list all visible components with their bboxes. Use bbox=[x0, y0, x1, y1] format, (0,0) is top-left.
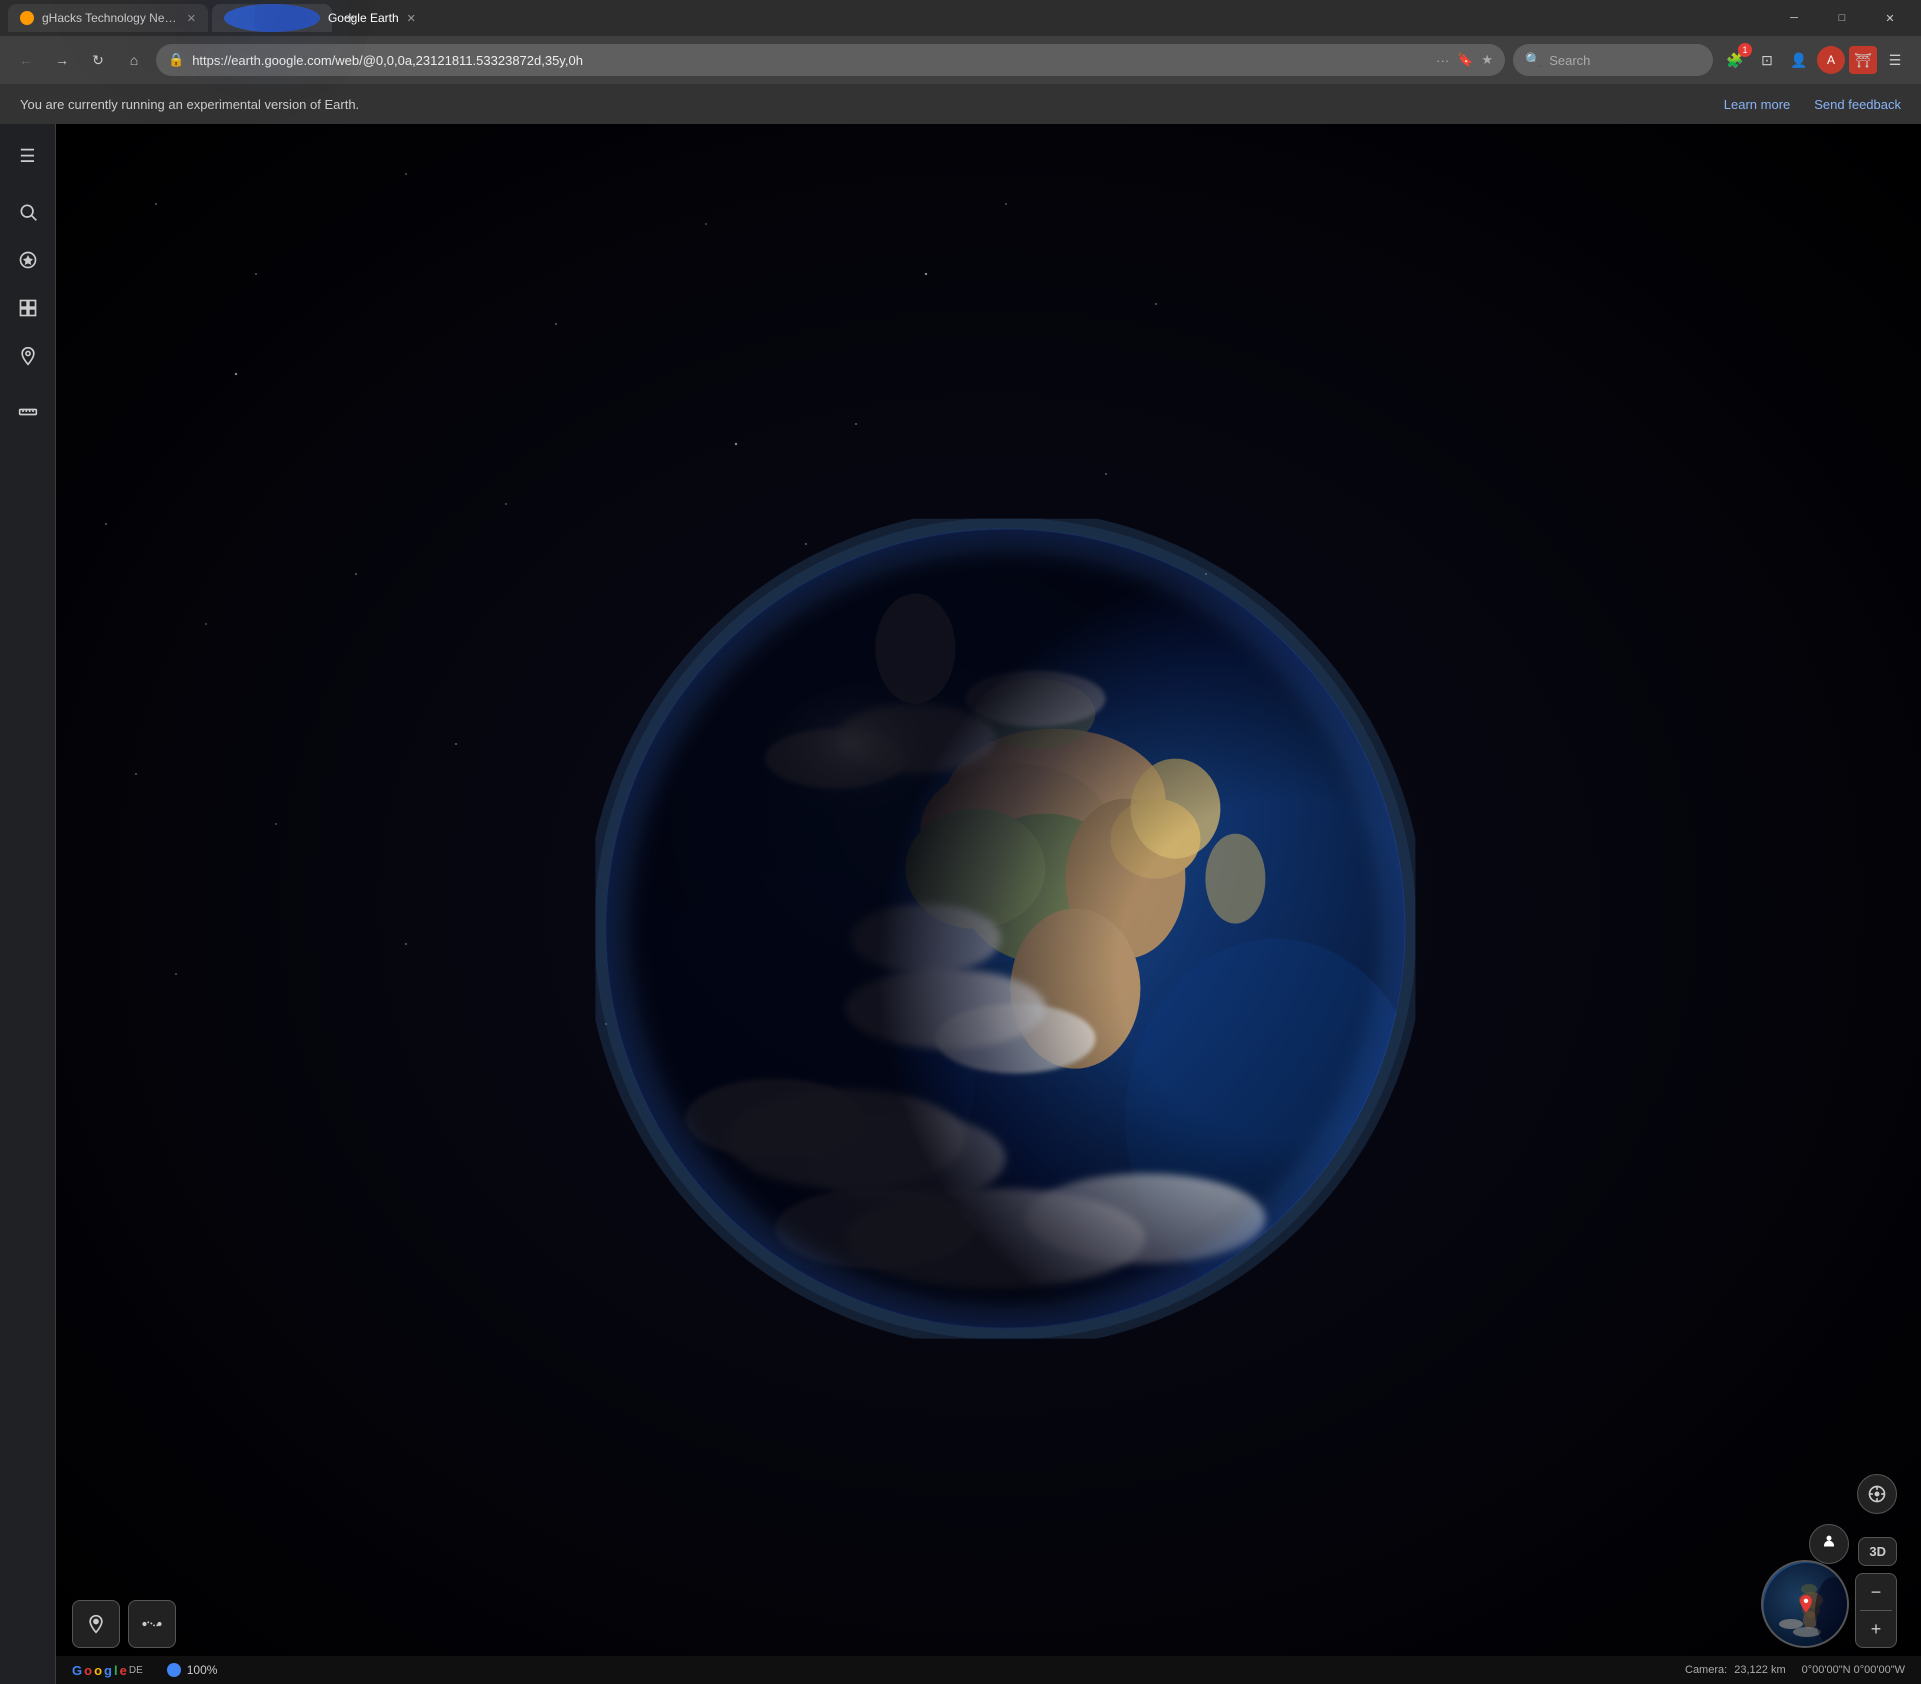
google-logo-o1: o bbox=[84, 1663, 92, 1678]
earth-globe-svg bbox=[595, 519, 1415, 1339]
minimize-button[interactable]: ─ bbox=[1771, 0, 1817, 36]
tab-earth[interactable]: Google Earth ✕ bbox=[212, 4, 332, 32]
url-bar[interactable]: 🔒 https://earth.google.com/web/@0,0,0a,2… bbox=[156, 44, 1505, 76]
zoom-controls: − + bbox=[1855, 1573, 1897, 1648]
loading-circle bbox=[167, 1663, 181, 1677]
zoom-out-button[interactable]: − bbox=[1856, 1574, 1896, 1610]
star-icon[interactable]: ★ bbox=[1481, 52, 1493, 68]
avatar-button[interactable]: A bbox=[1817, 46, 1845, 74]
camera-info: Camera: 23,122 km 0°00'00"N 0°00'00"W bbox=[1685, 1664, 1905, 1676]
sidebar-item-search[interactable] bbox=[8, 192, 48, 232]
ghacks-favicon bbox=[20, 11, 34, 25]
forward-button[interactable]: → bbox=[48, 46, 76, 74]
security-lock-icon: 🔒 bbox=[168, 52, 184, 68]
google-logo-text: G bbox=[72, 1663, 82, 1678]
maximize-button[interactable]: □ bbox=[1819, 0, 1865, 36]
home-button[interactable]: ⌂ bbox=[120, 46, 148, 74]
loading-indicator: 100% bbox=[167, 1663, 218, 1677]
profile-button[interactable]: 👤 bbox=[1785, 46, 1813, 74]
sidebar-item-places[interactable] bbox=[8, 336, 48, 376]
search-placeholder: Search bbox=[1549, 53, 1590, 68]
tab-ghacks-label: gHacks Technology News bbox=[42, 11, 179, 25]
compass-button[interactable] bbox=[1857, 1474, 1897, 1514]
new-tab-button[interactable]: + bbox=[336, 4, 364, 32]
sidebar-item-menu[interactable]: ☰ bbox=[8, 136, 48, 176]
google-logo-o2: o bbox=[94, 1663, 102, 1678]
google-logo-e: e bbox=[120, 1663, 127, 1678]
camera-label: Camera: 23,122 km bbox=[1685, 1664, 1786, 1676]
sidebar-toggle-button[interactable]: ⊡ bbox=[1753, 46, 1781, 74]
app-area: ☰ bbox=[0, 124, 1921, 1684]
earth-favicon bbox=[224, 4, 320, 32]
more-options-icon[interactable]: ··· bbox=[1436, 53, 1449, 68]
learn-more-link[interactable]: Learn more bbox=[1724, 97, 1790, 112]
toggle-3d-button[interactable]: 3D bbox=[1858, 1537, 1897, 1566]
extensions-badge: 1 bbox=[1738, 43, 1752, 57]
sidebar-item-measure[interactable] bbox=[8, 392, 48, 432]
refresh-button[interactable]: ↻ bbox=[84, 46, 112, 74]
loading-percent: 100% bbox=[187, 1663, 218, 1677]
sidebar: ☰ bbox=[0, 124, 56, 1684]
menu-button[interactable]: ☰ bbox=[1881, 46, 1909, 74]
toggle-3d-label: 3D bbox=[1869, 1544, 1886, 1559]
earth-globe-container[interactable] bbox=[595, 519, 1415, 1339]
title-bar: gHacks Technology News ✕ Google Earth ✕ … bbox=[0, 0, 1921, 36]
url-action-icons: ··· 🔖 ★ bbox=[1436, 52, 1493, 68]
url-text: https://earth.google.com/web/@0,0,0a,231… bbox=[192, 53, 1428, 68]
tab-earth-close[interactable]: ✕ bbox=[407, 12, 416, 25]
measure-distance-button[interactable] bbox=[128, 1600, 176, 1648]
tab-ghacks-close[interactable]: ✕ bbox=[187, 12, 196, 25]
zoom-in-button[interactable]: + bbox=[1856, 1611, 1896, 1647]
close-button[interactable]: ✕ bbox=[1867, 0, 1913, 36]
toolbar-icons: 🧩 1 ⊡ 👤 A ⛩ ☰ bbox=[1721, 46, 1909, 74]
address-bar: ← → ↻ ⌂ 🔒 https://earth.google.com/web/@… bbox=[0, 36, 1921, 84]
google-suffix: DE bbox=[129, 1665, 143, 1676]
tab-ghacks[interactable]: gHacks Technology News ✕ bbox=[8, 4, 208, 32]
status-bar: G o o g l e DE 100% Camera: 23,122 km 0°… bbox=[56, 1656, 1921, 1684]
street-view-button[interactable] bbox=[1809, 1524, 1849, 1564]
drop-pin-button[interactable] bbox=[72, 1600, 120, 1648]
main-view[interactable]: 3D − + bbox=[56, 124, 1921, 1684]
sidebar-item-explore[interactable] bbox=[8, 240, 48, 280]
back-button[interactable]: ← bbox=[12, 46, 40, 74]
notification-bar: You are currently running an experimenta… bbox=[0, 84, 1921, 124]
bookmark-icon[interactable]: 🔖 bbox=[1457, 52, 1473, 68]
search-box[interactable]: 🔍 Search bbox=[1513, 44, 1713, 76]
browser-frame: gHacks Technology News ✕ Google Earth ✕ … bbox=[0, 0, 1921, 84]
location-marker[interactable] bbox=[1797, 1595, 1815, 1622]
google-logo-l: l bbox=[114, 1663, 118, 1678]
google-logo-g: g bbox=[104, 1663, 112, 1678]
send-feedback-link[interactable]: Send feedback bbox=[1814, 97, 1901, 112]
search-icon: 🔍 bbox=[1525, 52, 1541, 68]
bottom-controls bbox=[72, 1600, 176, 1648]
window-controls: ─ □ ✕ bbox=[1771, 0, 1913, 36]
notification-message: You are currently running an experimenta… bbox=[20, 97, 359, 112]
google-logo: G o o g l e DE bbox=[72, 1663, 143, 1678]
extensions-button[interactable]: 🧩 1 bbox=[1721, 46, 1749, 74]
addon-icon[interactable]: ⛩ bbox=[1849, 46, 1877, 74]
coordinates-display: 0°00'00"N 0°00'00"W bbox=[1802, 1664, 1905, 1676]
sidebar-item-voyager[interactable] bbox=[8, 288, 48, 328]
